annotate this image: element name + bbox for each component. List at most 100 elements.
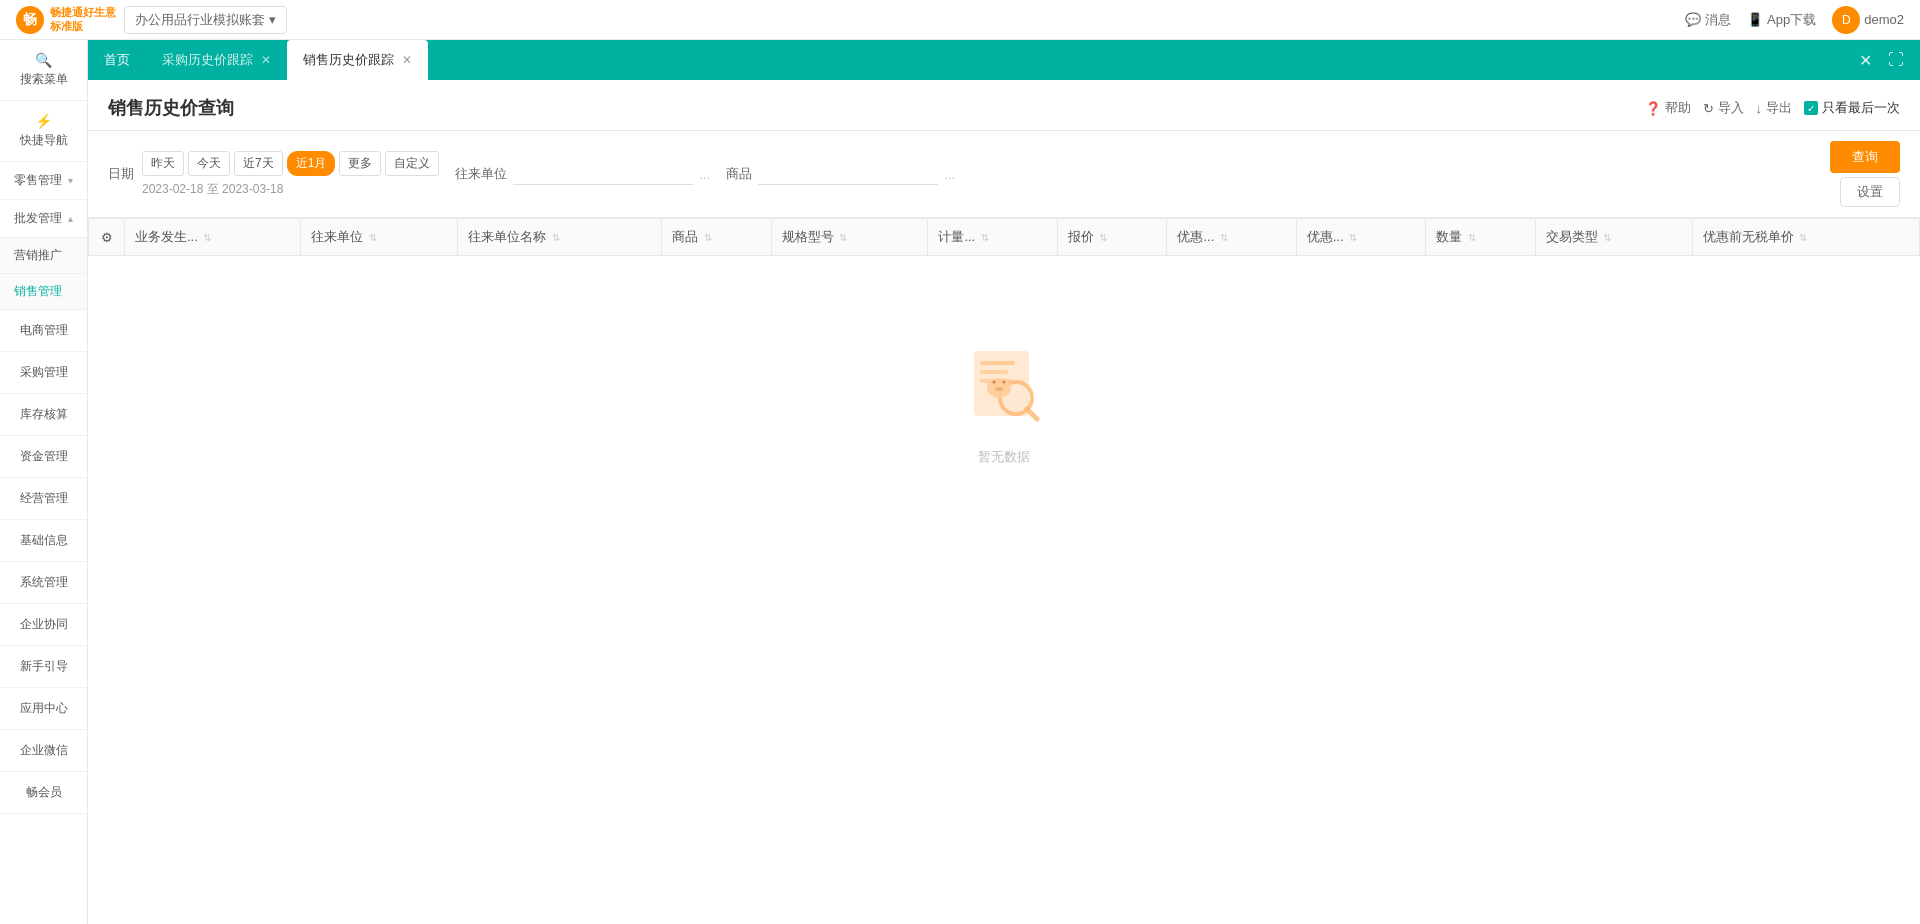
tab-home[interactable]: 首页 [88, 40, 146, 80]
svg-point-12 [995, 387, 1003, 391]
empty-text: 暂无数据 [978, 448, 1030, 466]
partner-dots: ... [699, 167, 710, 182]
svg-rect-2 [980, 370, 1008, 374]
th-partner-name[interactable]: 往来单位名称 ⇅ [458, 219, 662, 256]
date-filter-group: 日期 昨天 今天 近7天 近1月 更多 自定义 2023-02-18 至 202… [108, 151, 439, 198]
sort-icon: ⇅ [704, 232, 712, 243]
date-btn-today[interactable]: 今天 [188, 151, 230, 176]
date-buttons: 昨天 今天 近7天 近1月 更多 自定义 [142, 151, 439, 176]
tab-sales-history[interactable]: 销售历史价跟踪 ✕ [287, 40, 428, 80]
sidebar-item-wholesale-mgmt[interactable]: 批发管理 ▴ [0, 200, 87, 238]
settings-button[interactable]: 设置 [1840, 177, 1900, 207]
search-icon: 🔍 [35, 52, 52, 68]
chevron-up-icon: ▴ [68, 213, 73, 224]
app-download-action[interactable]: 📱 App下载 [1747, 11, 1816, 29]
maximize-button[interactable]: ⛶ [1884, 47, 1908, 73]
tab-close-sales[interactable]: ✕ [402, 53, 412, 67]
sort-icon: ⇅ [1603, 232, 1611, 243]
logo-text: 畅捷通好生意 标准版 [50, 6, 116, 32]
date-btn-1month[interactable]: 近1月 [287, 151, 336, 176]
sidebar-item-sys-mgmt[interactable]: 系统管理 [0, 562, 87, 604]
partner-filter-group: 往来单位 ... [455, 163, 710, 185]
sidebar-item-sales-mgmt[interactable]: 销售管理 [0, 274, 87, 310]
sidebar-item-enterprise-wechat[interactable]: 企业微信 [0, 730, 87, 772]
th-pre-tax-price[interactable]: 优惠前无税单价 ⇅ [1692, 219, 1919, 256]
top-bar-left: 畅 畅捷通好生意 标准版 办公用品行业模拟账套 ▾ [16, 6, 287, 34]
filter-bar: 日期 昨天 今天 近7天 近1月 更多 自定义 2023-02-18 至 202… [88, 131, 1920, 218]
sidebar-item-app-center[interactable]: 应用中心 [0, 688, 87, 730]
chevron-down-icon: ▾ [269, 12, 276, 27]
th-gear[interactable]: ⚙ [89, 219, 125, 256]
close-all-tabs-button[interactable]: ✕ [1855, 47, 1876, 74]
download-icon: 📱 [1747, 12, 1763, 27]
product-filter-group: 商品 ... [726, 163, 955, 185]
date-range-text: 2023-02-18 至 2023-03-18 [142, 181, 439, 198]
avatar: D [1832, 6, 1860, 34]
logo-area: 畅 畅捷通好生意 标准版 [16, 6, 116, 34]
gear-icon[interactable]: ⚙ [101, 230, 113, 245]
query-button[interactable]: 查询 [1830, 141, 1900, 173]
tab-purchase-history[interactable]: 采购历史价跟踪 ✕ [146, 40, 287, 80]
tab-bar-actions: ✕ ⛶ [1855, 47, 1920, 74]
page-header-actions: ❓ 帮助 ↻ 导入 ↓ 导出 ✓ 只看最后一次 [1645, 99, 1901, 117]
sidebar-item-marketing[interactable]: 营销推广 [0, 238, 87, 274]
product-input[interactable] [758, 163, 938, 185]
sidebar-item-membership[interactable]: 畅会员 [0, 772, 87, 814]
th-product[interactable]: 商品 ⇅ [661, 219, 771, 256]
sidebar-item-operations[interactable]: 经营管理 [0, 478, 87, 520]
th-business-date[interactable]: 业务发生... ⇅ [125, 219, 301, 256]
sidebar-item-search-menu[interactable]: 🔍 搜索菜单 [0, 40, 87, 101]
sort-icon: ⇅ [981, 232, 989, 243]
message-action[interactable]: 💬 消息 [1685, 11, 1731, 29]
filter-right-actions: 查询 设置 [1830, 141, 1900, 207]
user-profile[interactable]: D demo2 [1832, 6, 1904, 34]
date-label: 日期 [108, 165, 134, 183]
date-btn-7days[interactable]: 近7天 [234, 151, 283, 176]
th-partner-code[interactable]: 往来单位 ⇅ [301, 219, 458, 256]
import-icon: ↻ [1703, 101, 1714, 116]
th-discount2[interactable]: 优惠... ⇅ [1296, 219, 1425, 256]
top-bar-right: 💬 消息 📱 App下载 D demo2 [1685, 6, 1904, 34]
th-discount1[interactable]: 优惠... ⇅ [1167, 219, 1296, 256]
th-trade-type[interactable]: 交易类型 ⇅ [1535, 219, 1692, 256]
only-last-checkbox[interactable]: ✓ 只看最后一次 [1804, 99, 1900, 117]
sort-icon: ⇅ [203, 232, 211, 243]
workspace-selector[interactable]: 办公用品行业模拟账套 ▾ [124, 6, 287, 34]
quick-nav-icon: ⚡ [35, 113, 52, 129]
sidebar-item-retail-mgmt[interactable]: 零售管理 ▾ [0, 162, 87, 200]
partner-label: 往来单位 [455, 165, 507, 183]
th-spec[interactable]: 规格型号 ⇅ [771, 219, 928, 256]
page-header: 销售历史价查询 ❓ 帮助 ↻ 导入 ↓ 导出 ✓ 只看最后一次 [88, 80, 1920, 131]
sort-icon: ⇅ [1099, 232, 1107, 243]
export-button[interactable]: ↓ 导出 [1756, 99, 1793, 117]
help-button[interactable]: ❓ 帮助 [1645, 99, 1691, 117]
sidebar-item-finance[interactable]: 资金管理 [0, 436, 87, 478]
sidebar-item-quick-nav[interactable]: ⚡ 快捷导航 [0, 101, 87, 162]
sidebar-item-inventory[interactable]: 库存核算 [0, 394, 87, 436]
date-btn-yesterday[interactable]: 昨天 [142, 151, 184, 176]
sidebar-item-guide[interactable]: 新手引导 [0, 646, 87, 688]
sidebar-item-ecommerce[interactable]: 电商管理 [0, 310, 87, 352]
sidebar-item-purchase-mgmt[interactable]: 采购管理 [0, 352, 87, 394]
th-price[interactable]: 报价 ⇅ [1057, 219, 1167, 256]
sort-icon: ⇅ [1349, 232, 1357, 243]
sidebar-item-enterprise[interactable]: 企业协同 [0, 604, 87, 646]
tab-close-purchase[interactable]: ✕ [261, 53, 271, 67]
sidebar: 🔍 搜索菜单 ⚡ 快捷导航 零售管理 ▾ 批发管理 ▴ 营销推广 销售管理 电商… [0, 40, 88, 924]
empty-state: 暂无数据 [89, 256, 1920, 546]
sidebar-item-basic-info[interactable]: 基础信息 [0, 520, 87, 562]
th-unit[interactable]: 计量... ⇅ [928, 219, 1057, 256]
sort-icon: ⇅ [552, 232, 560, 243]
date-btn-custom[interactable]: 自定义 [385, 151, 439, 176]
top-bar: 畅 畅捷通好生意 标准版 办公用品行业模拟账套 ▾ 💬 消息 📱 App下载 D… [0, 0, 1920, 40]
table-body: 暂无数据 [89, 256, 1920, 547]
help-icon: ❓ [1645, 101, 1661, 116]
th-quantity[interactable]: 数量 ⇅ [1426, 219, 1536, 256]
import-button[interactable]: ↻ 导入 [1703, 99, 1744, 117]
product-dots: ... [944, 167, 955, 182]
message-icon: 💬 [1685, 12, 1701, 27]
partner-input[interactable] [513, 163, 693, 185]
logo-icon: 畅 [16, 6, 44, 34]
date-btn-more[interactable]: 更多 [339, 151, 381, 176]
sort-icon: ⇅ [369, 232, 377, 243]
